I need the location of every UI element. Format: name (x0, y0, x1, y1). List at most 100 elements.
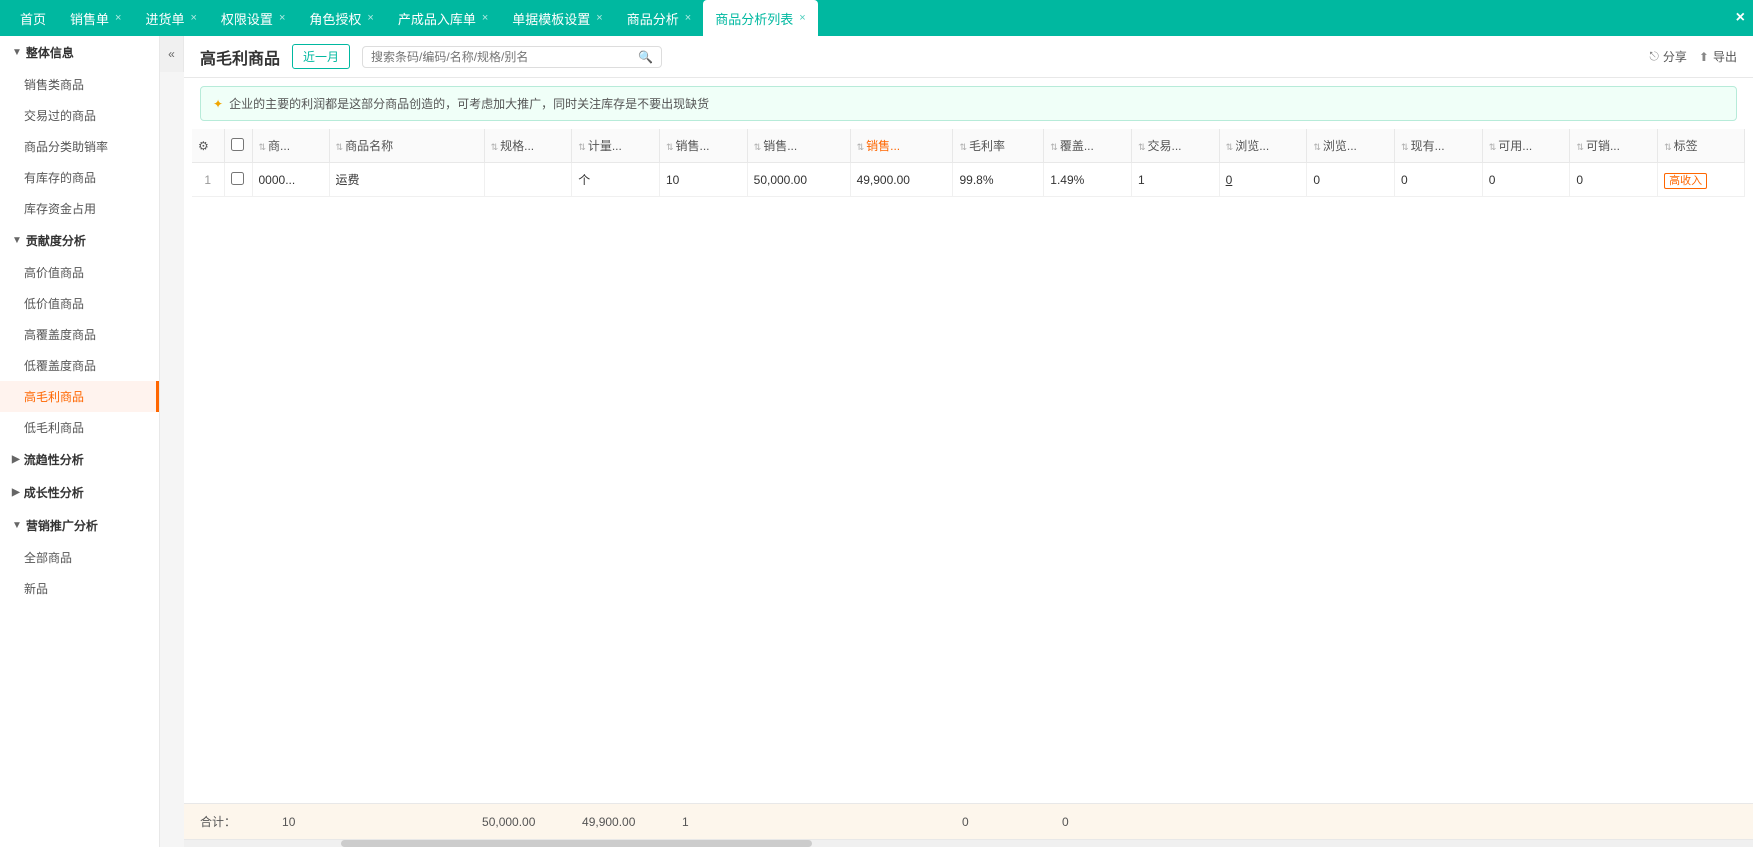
col-available-stock[interactable]: ⇅可用... (1482, 129, 1570, 163)
footer-available-stock: 0 (1056, 815, 1156, 829)
info-banner: ✦ 企业的主要的利润都是这部分商品创造的，可考虑加大推广，同时关注库存是不要出现… (200, 86, 1737, 121)
group-arrow-overall: ▼ (12, 47, 22, 58)
col-browse2[interactable]: ⇅浏览... (1307, 129, 1395, 163)
col-settings[interactable]: ⚙ (192, 129, 224, 163)
row-spec (484, 163, 572, 197)
tab-close-role[interactable]: × (367, 12, 373, 24)
row-current-stock: 0 (1395, 163, 1483, 197)
row-sales-qty: 10 (659, 163, 747, 197)
row-name[interactable]: 运费 (329, 163, 484, 197)
export-icon: ⬆ (1699, 50, 1709, 64)
table-footer: 合计： 10 50,000.00 49,900.00 1 0 0 (184, 803, 1753, 839)
horizontal-scrollbar[interactable] (184, 839, 1753, 847)
tab-home[interactable]: 首页 (8, 0, 58, 36)
tab-close-goods-analysis[interactable]: × (685, 12, 691, 24)
footer-values: 10 50,000.00 49,900.00 1 0 0 (276, 815, 1156, 829)
sidebar-item-sales-goods[interactable]: 销售类商品 (0, 69, 159, 100)
tab-goods-analysis-list[interactable]: 商品分析列表 × (703, 0, 817, 36)
col-name[interactable]: ⇅商品名称 (329, 129, 484, 163)
col-browse1[interactable]: ⇅浏览... (1219, 129, 1307, 163)
col-gross-rate[interactable]: ⇅毛利率 (953, 129, 1044, 163)
col-tag[interactable]: ⇅标签 (1658, 129, 1745, 163)
sidebar-item-high-margin[interactable]: 高毛利商品 (0, 381, 159, 412)
col-checkbox (224, 129, 252, 163)
tab-close-sales[interactable]: × (115, 12, 121, 24)
main-layout: ▼ 整体信息 销售类商品 交易过的商品 商品分类助销率 有库存的商品 库存资金占… (0, 36, 1753, 847)
col-sellable-stock[interactable]: ⇅可销... (1570, 129, 1658, 163)
tab-sales[interactable]: 销售单 × (58, 0, 133, 36)
share-button[interactable]: ⎋ 分享 (1649, 48, 1687, 65)
share-icon: ⎋ (1649, 49, 1659, 64)
info-icon: ✦ (213, 97, 223, 111)
export-button[interactable]: ⬆ 导出 (1699, 48, 1737, 65)
sidebar-group-growth[interactable]: ▶ 成长性分析 (0, 476, 159, 509)
sidebar-item-low-margin[interactable]: 低毛利商品 (0, 412, 159, 443)
footer-transactions: 1 (676, 815, 956, 829)
tab-product-stock[interactable]: 产成品入库单 × (386, 0, 500, 36)
col-sales-amount[interactable]: ⇅销售... (747, 129, 850, 163)
footer-current-stock: 0 (956, 815, 1056, 829)
row-checkbox (224, 163, 252, 197)
row-available-stock: 0 (1482, 163, 1570, 197)
tab-goods-analysis[interactable]: 商品分析 × (615, 0, 703, 36)
sidebar-group-overall[interactable]: ▼ 整体信息 (0, 36, 159, 69)
select-all-checkbox[interactable] (231, 138, 244, 151)
footer-label: 合计： (200, 813, 236, 830)
sidebar-item-new-goods[interactable]: 新品 (0, 573, 159, 604)
tab-close-goods-analysis-list[interactable]: × (799, 12, 805, 24)
tag-badge: 高收入 (1664, 173, 1707, 189)
footer-sales-qty: 10 (276, 815, 476, 829)
tab-role[interactable]: 角色授权 × (297, 0, 385, 36)
sidebar-item-stock-goods[interactable]: 有库存的商品 (0, 162, 159, 193)
sidebar-item-low-coverage[interactable]: 低覆盖度商品 (0, 350, 159, 381)
col-transactions[interactable]: ⇅交易... (1131, 129, 1219, 163)
footer-sales-amount: 50,000.00 (476, 815, 576, 829)
sidebar-item-stock-capital[interactable]: 库存资金占用 (0, 193, 159, 224)
col-coverage[interactable]: ⇅覆盖... (1044, 129, 1132, 163)
table-container: ⚙ ⇅商... ⇅商品名称 ⇅规格... ⇅计量... ⇅销售... ⇅销售..… (184, 129, 1753, 803)
tab-close-template[interactable]: × (596, 12, 602, 24)
row-unit: 个 (572, 163, 660, 197)
time-filter-button[interactable]: 近一月 (292, 44, 350, 69)
window-close-button[interactable]: × (1736, 9, 1745, 27)
sidebar-item-traded-goods[interactable]: 交易过的商品 (0, 100, 159, 131)
sidebar-item-high-value[interactable]: 高价值商品 (0, 257, 159, 288)
sidebar-item-low-value[interactable]: 低价值商品 (0, 288, 159, 319)
col-spec[interactable]: ⇅规格... (484, 129, 572, 163)
col-code[interactable]: ⇅商... (252, 129, 329, 163)
sidebar-item-high-coverage[interactable]: 高覆盖度商品 (0, 319, 159, 350)
row-code: 0000... (252, 163, 329, 197)
data-table: ⚙ ⇅商... ⇅商品名称 ⇅规格... ⇅计量... ⇅销售... ⇅销售..… (192, 129, 1745, 197)
row-sales-cost: 49,900.00 (850, 163, 953, 197)
search-input[interactable] (371, 50, 638, 64)
scrollbar-thumb[interactable] (341, 840, 812, 847)
sidebar-collapse-button[interactable]: « (160, 36, 184, 72)
tab-permission[interactable]: 权限设置 × (209, 0, 297, 36)
sidebar-item-category-rate[interactable]: 商品分类助销率 (0, 131, 159, 162)
tab-close-permission[interactable]: × (279, 12, 285, 24)
sidebar: ▼ 整体信息 销售类商品 交易过的商品 商品分类助销率 有库存的商品 库存资金占… (0, 36, 160, 847)
sidebar-group-trend[interactable]: ▶ 流趋性分析 (0, 443, 159, 476)
table-header-row: ⚙ ⇅商... ⇅商品名称 ⇅规格... ⇅计量... ⇅销售... ⇅销售..… (192, 129, 1745, 163)
search-icon[interactable]: 🔍 (638, 50, 653, 64)
header-actions: ⎋ 分享 ⬆ 导出 (1649, 48, 1737, 65)
tab-close-product-stock[interactable]: × (482, 12, 488, 24)
col-unit[interactable]: ⇅计量... (572, 129, 660, 163)
row-select-checkbox[interactable] (231, 172, 244, 185)
col-current-stock[interactable]: ⇅现有... (1395, 129, 1483, 163)
sidebar-group-marketing[interactable]: ▼ 营销推广分析 (0, 509, 159, 542)
col-sales-cost[interactable]: ⇅销售... (850, 129, 953, 163)
table-row: 1 0000... 运费 个 10 50,000.00 49,900.00 99… (192, 163, 1745, 197)
tab-template[interactable]: 单据模板设置 × (500, 0, 614, 36)
sidebar-item-all-goods[interactable]: 全部商品 (0, 542, 159, 573)
row-sellable-stock: 0 (1570, 163, 1658, 197)
tab-close-purchase[interactable]: × (190, 12, 196, 24)
row-transactions: 1 (1131, 163, 1219, 197)
content-header: 高毛利商品 近一月 🔍 ⎋ 分享 ⬆ 导出 (184, 36, 1753, 78)
col-sales-qty[interactable]: ⇅销售... (659, 129, 747, 163)
tab-purchase[interactable]: 进货单 × (133, 0, 208, 36)
search-box: 🔍 (362, 46, 662, 68)
row-browse1[interactable]: 0 (1219, 163, 1307, 197)
sidebar-group-contribution[interactable]: ▼ 贡献度分析 (0, 224, 159, 257)
group-arrow-growth: ▶ (12, 487, 20, 498)
